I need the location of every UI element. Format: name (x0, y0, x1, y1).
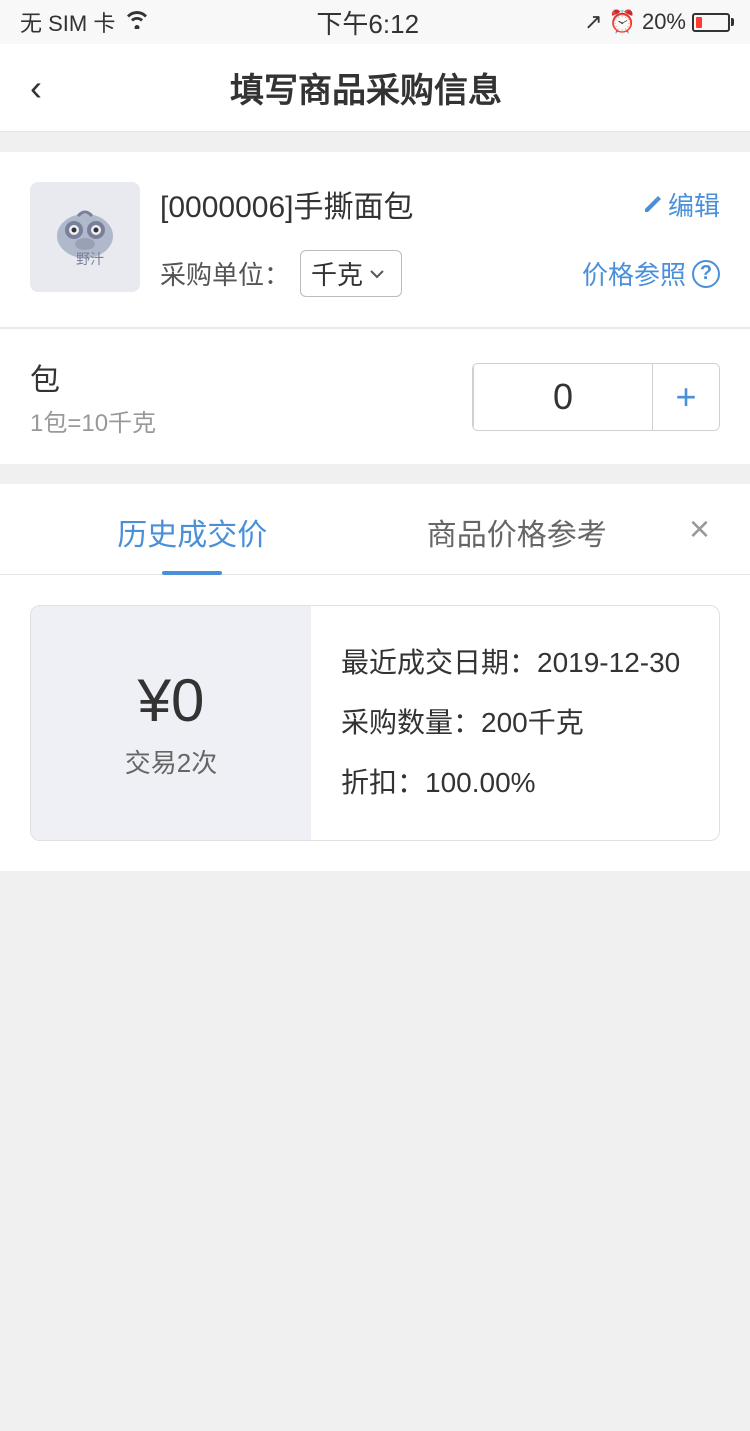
edit-button[interactable]: 编辑 (642, 186, 720, 223)
alarm-icon: ⏰ (609, 9, 636, 35)
product-top-row: [0000006]手撕面包 编辑 (160, 182, 720, 226)
product-logo-icon: 野汁 (50, 196, 120, 278)
tab-content: ¥0 交易2次 最近成交日期：2019-12-30 采购数量：200千克 折扣：… (0, 575, 750, 871)
unit-select[interactable]: 千克 (300, 250, 402, 297)
svg-text:野汁: 野汁 (76, 251, 104, 266)
transaction-date: 最近成交日期：2019-12-30 (341, 642, 689, 684)
status-bar: 无 SIM 卡 下午6:12 ↗ ⏰ 20% (0, 0, 750, 44)
page-title: 填写商品采购信息 (52, 63, 680, 112)
transaction-left: ¥0 交易2次 (31, 606, 311, 840)
carrier-text: 无 SIM 卡 (20, 6, 115, 38)
quantity-input[interactable] (473, 364, 653, 430)
battery-pct: 20% (642, 9, 686, 35)
product-info: [0000006]手撕面包 编辑 采购单位： 千克 价格参照 ? (160, 182, 720, 297)
purchase-row: 采购单位： 千克 价格参照 ? (160, 250, 720, 297)
transaction-count: 交易2次 (125, 743, 217, 780)
transaction-qty: 采购数量：200千克 (341, 702, 689, 744)
quantity-plus-button[interactable]: + (653, 364, 719, 430)
tab-header: 历史成交价 商品价格参考 × (0, 484, 750, 575)
purchase-unit-label: 采购单位： (160, 255, 290, 292)
transaction-card: ¥0 交易2次 最近成交日期：2019-12-30 采购数量：200千克 折扣：… (30, 605, 720, 841)
location-icon: ↗ (584, 9, 602, 35)
back-button[interactable]: ‹ (30, 57, 52, 119)
product-card: 野汁 [0000006]手撕面包 编辑 采购单位： 千克 价格参照 (0, 152, 750, 327)
quantity-controls: + (472, 363, 720, 431)
tab-history-price[interactable]: 历史成交价 (30, 484, 354, 574)
purchase-unit: 采购单位： 千克 (160, 250, 402, 297)
quantity-row: 包 1包=10千克 + (0, 327, 750, 464)
transaction-discount: 折扣：100.00% (341, 762, 689, 804)
tab-close-button[interactable]: × (679, 501, 720, 557)
status-left: 无 SIM 卡 (20, 6, 151, 38)
wifi-icon (123, 9, 151, 35)
bottom-area (0, 871, 750, 1431)
info-icon: ? (692, 260, 720, 288)
status-right: ↗ ⏰ 20% (584, 9, 730, 35)
transaction-price: ¥0 (138, 666, 205, 735)
quantity-conversion: 1包=10千克 (30, 403, 156, 438)
page-header: ‹ 填写商品采购信息 (0, 44, 750, 132)
battery-icon (692, 13, 730, 32)
quantity-unit: 包 (30, 355, 156, 399)
tab-panel: 历史成交价 商品价格参考 × ¥0 交易2次 最近成交日期：2019-12-30… (0, 484, 750, 871)
tab-price-reference[interactable]: 商品价格参考 (354, 484, 678, 574)
product-image: 野汁 (30, 182, 140, 292)
status-time: 下午6:12 (316, 4, 419, 41)
quantity-label: 包 1包=10千克 (30, 355, 156, 438)
transaction-right: 最近成交日期：2019-12-30 采购数量：200千克 折扣：100.00% (311, 606, 719, 840)
product-name: [0000006]手撕面包 (160, 182, 413, 226)
price-reference-button[interactable]: 价格参照 ? (582, 255, 720, 292)
